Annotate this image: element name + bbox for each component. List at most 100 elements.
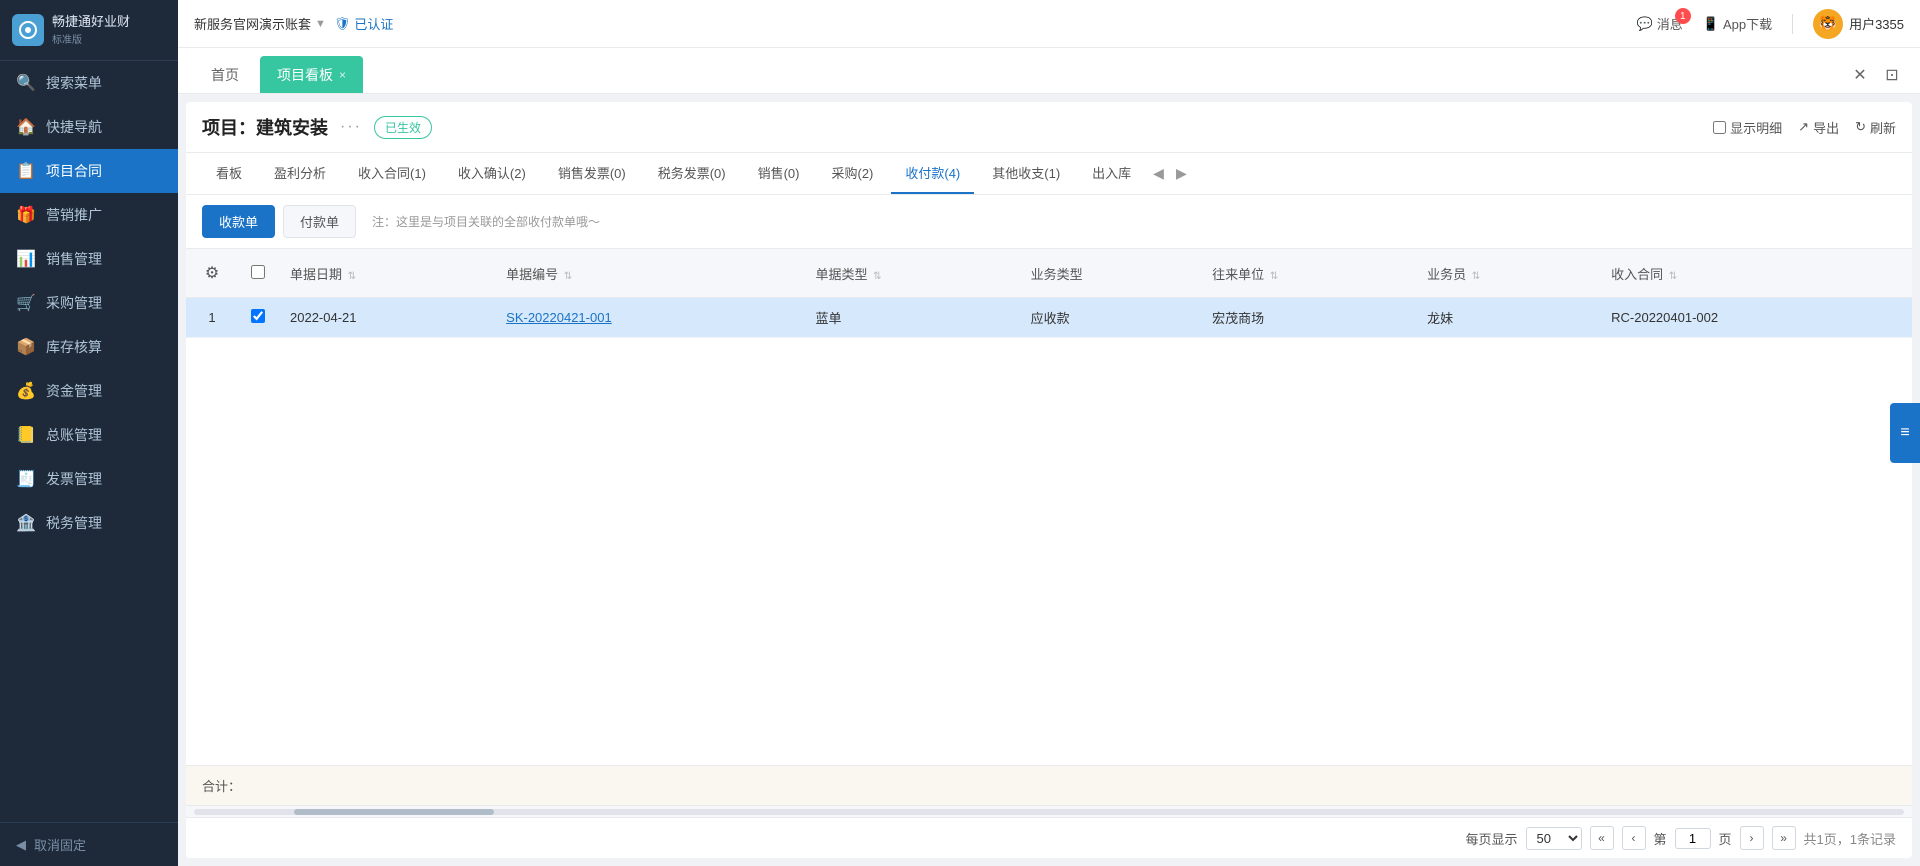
nav-tab-other-expense[interactable]: 其他收支(1) xyxy=(978,153,1074,194)
tab-project-board[interactable]: 项目看板 × xyxy=(260,56,363,93)
row-checkbox[interactable] xyxy=(251,309,265,323)
account-selector[interactable]: 新服务官网演示账套 ▼ xyxy=(194,14,326,33)
col-salesperson-label: 业务员 xyxy=(1427,267,1466,282)
select-all-checkbox[interactable] xyxy=(251,265,265,279)
row-checkbox-cell xyxy=(238,298,278,338)
project-more-button[interactable]: ··· xyxy=(340,118,362,136)
nav-tab-receipt[interactable]: 收付款(4) xyxy=(891,153,974,194)
export-button[interactable]: ↗ 导出 xyxy=(1798,118,1839,137)
sidebar-item-sales-mgmt[interactable]: 📊 销售管理 xyxy=(0,237,178,281)
sort-number-icon[interactable]: ⇅ xyxy=(564,271,572,282)
first-page-button[interactable]: « xyxy=(1590,826,1614,850)
last-page-button[interactable]: » xyxy=(1772,826,1796,850)
user-menu[interactable]: 🐯 用户3355 xyxy=(1813,9,1904,39)
app-download-button[interactable]: 📱 App下载 xyxy=(1703,14,1772,33)
sidebar-item-tax-mgmt[interactable]: 🏦 税务管理 xyxy=(0,501,178,545)
unpin-label: 取消固定 xyxy=(34,835,86,854)
settings-icon[interactable]: ⚙ xyxy=(198,259,226,287)
side-action-button[interactable]: ≡ xyxy=(1890,403,1912,463)
nav-tab-profit[interactable]: 盈利分析 xyxy=(260,153,340,194)
sort-income-contract-icon[interactable]: ⇅ xyxy=(1669,271,1677,282)
page-number-input[interactable] xyxy=(1675,828,1711,849)
sub-tab-payment-form[interactable]: 付款单 xyxy=(283,205,356,238)
shield-icon: 🛡 xyxy=(334,16,351,32)
nav-tab-income-confirm[interactable]: 收入确认(2) xyxy=(444,153,540,194)
refresh-button[interactable]: ↻ 刷新 xyxy=(1855,118,1896,137)
col-header-partner: 往来单位 ⇅ xyxy=(1200,249,1415,298)
nav-tab-tax-invoice-label: 税务发票(0) xyxy=(658,166,726,181)
nav-tab-warehouse[interactable]: 出入库 xyxy=(1078,153,1145,194)
sort-salesperson-icon[interactable]: ⇅ xyxy=(1472,271,1480,282)
topbar-right: 💬 消息 1 📱 App下载 🐯 用户3355 xyxy=(1637,9,1904,39)
sidebar-item-quick-nav[interactable]: 🏠 快捷导航 xyxy=(0,105,178,149)
sidebar-item-search[interactable]: 🔍 搜索菜单 xyxy=(0,61,178,105)
col-header-number: 单据编号 ⇅ xyxy=(494,249,803,298)
row-number-link[interactable]: SK-20220421-001 xyxy=(506,310,612,325)
sidebar-item-invoice-mgmt[interactable]: 🧾 发票管理 xyxy=(0,457,178,501)
chart-icon: 📊 xyxy=(16,249,36,269)
home-icon: 🏠 xyxy=(16,117,36,137)
sidebar-menu: 🔍 搜索菜单 🏠 快捷导航 📋 项目合同 🎁 营销推广 📊 销售管理 🛒 采购管… xyxy=(0,61,178,822)
sub-tab-payment-label: 付款单 xyxy=(300,215,339,230)
page-prefix: 第 xyxy=(1654,829,1667,848)
sidebar-item-finance[interactable]: 💰 资金管理 xyxy=(0,369,178,413)
unpin-button[interactable]: ◀ 取消固定 xyxy=(0,822,178,866)
sort-type-icon[interactable]: ⇅ xyxy=(873,271,881,282)
gift-icon: 🎁 xyxy=(16,205,36,225)
export-label: 导出 xyxy=(1813,118,1839,137)
nav-tab-kanban-label: 看板 xyxy=(216,166,242,181)
sort-date-icon[interactable]: ⇅ xyxy=(348,271,356,282)
search-icon: 🔍 xyxy=(16,73,36,93)
sidebar-item-ledger[interactable]: 📒 总账管理 xyxy=(0,413,178,457)
nav-tab-kanban[interactable]: 看板 xyxy=(202,153,256,194)
next-page-button[interactable]: › xyxy=(1740,826,1764,850)
sidebar-label-finance: 资金管理 xyxy=(46,381,102,401)
close-button[interactable]: ✕ xyxy=(1848,63,1872,87)
nav-tab-other-expense-label: 其他收支(1) xyxy=(992,166,1060,181)
sidebar-item-project-contract[interactable]: 📋 项目合同 xyxy=(0,149,178,193)
col-income-contract-label: 收入合同 xyxy=(1611,267,1663,282)
first-page-icon: « xyxy=(1598,831,1605,845)
main-content: 新服务官网演示账套 ▼ 🛡 已认证 💬 消息 1 📱 App下载 🐯 用户335… xyxy=(178,0,1920,866)
prev-page-button[interactable]: ‹ xyxy=(1622,826,1646,850)
nav-next-arrow[interactable]: ▶ xyxy=(1172,157,1191,190)
per-page-label: 每页显示 xyxy=(1465,829,1517,848)
sidebar: 畅捷通好业财 标准版 🔍 搜索菜单 🏠 快捷导航 📋 项目合同 🎁 营销推广 📊… xyxy=(0,0,178,866)
col-date-label: 单据日期 xyxy=(290,267,342,282)
tab-close-icon[interactable]: × xyxy=(339,68,346,82)
data-table: ⚙ 单据日期 ⇅ 单据编号 ⇅ xyxy=(186,249,1912,338)
sidebar-item-purchase-mgmt[interactable]: 🛒 采购管理 xyxy=(0,281,178,325)
col-header-salesperson: 业务员 ⇅ xyxy=(1415,249,1599,298)
sidebar-logo: 畅捷通好业财 标准版 xyxy=(0,0,178,61)
table-container: ⚙ 单据日期 ⇅ 单据编号 ⇅ xyxy=(186,249,1912,765)
col-number-label: 单据编号 xyxy=(506,267,558,282)
nav-tab-sales-invoice[interactable]: 销售发票(0) xyxy=(544,153,640,194)
tab-home[interactable]: 首页 xyxy=(194,56,256,93)
nav-tab-tax-invoice[interactable]: 税务发票(0) xyxy=(644,153,740,194)
nav-tab-income-contract[interactable]: 收入合同(1) xyxy=(344,153,440,194)
sort-partner-icon[interactable]: ⇅ xyxy=(1270,271,1278,282)
col-header-income-contract: 收入合同 ⇅ xyxy=(1599,249,1912,298)
col-partner-label: 往来单位 xyxy=(1212,267,1264,282)
horizontal-scrollbar[interactable] xyxy=(186,805,1912,817)
maximize-button[interactable]: ⊡ xyxy=(1880,63,1904,87)
show-detail-input[interactable] xyxy=(1713,121,1726,134)
sub-tab-receipt-form[interactable]: 收款单 xyxy=(202,205,275,238)
table-row: 1 2022-04-21 SK-20220421-001 蓝单 xyxy=(186,298,1912,338)
nav-prev-arrow[interactable]: ◀ xyxy=(1149,157,1168,190)
last-page-icon: » xyxy=(1780,831,1787,845)
show-detail-checkbox[interactable]: 显示明细 xyxy=(1713,118,1782,137)
nav-tab-income-contract-label: 收入合同(1) xyxy=(358,166,426,181)
refresh-icon: ↻ xyxy=(1855,119,1866,135)
per-page-select[interactable]: 50 20 100 xyxy=(1526,827,1582,850)
page-total-label: 共1页，1条记录 xyxy=(1804,829,1896,848)
messages-badge: 1 xyxy=(1675,8,1691,24)
nav-tab-sales[interactable]: 销售(0) xyxy=(744,153,814,194)
receipt-icon: 🧾 xyxy=(16,469,36,489)
scrollbar-thumb[interactable] xyxy=(294,809,494,815)
sidebar-item-marketing[interactable]: 🎁 营销推广 xyxy=(0,193,178,237)
messages-button[interactable]: 💬 消息 1 xyxy=(1637,14,1683,33)
sidebar-item-inventory[interactable]: 📦 库存核算 xyxy=(0,325,178,369)
nav-tab-purchase[interactable]: 采购(2) xyxy=(817,153,887,194)
sidebar-label-sales-mgmt: 销售管理 xyxy=(46,249,102,269)
